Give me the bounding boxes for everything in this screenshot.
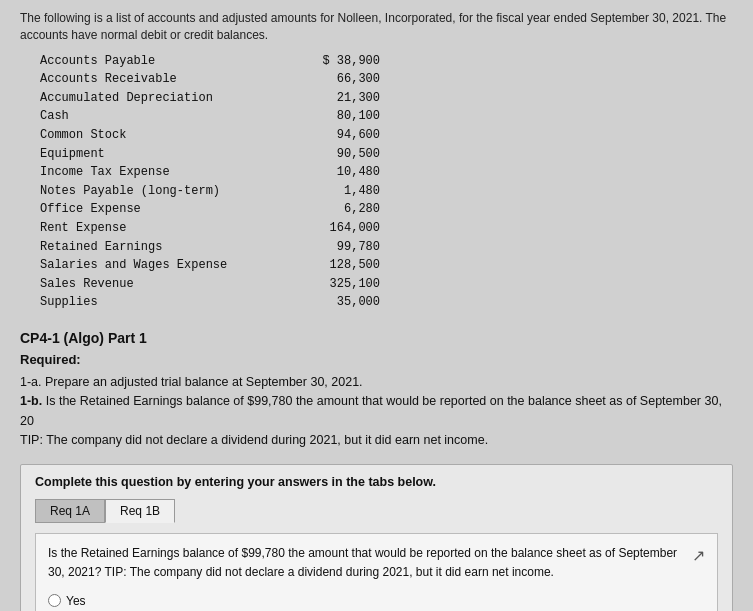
account-name: Rent Expense — [40, 219, 260, 238]
table-row: Equipment 90,500 — [40, 145, 733, 164]
instruction-tip: TIP: The company did not declare a divid… — [20, 433, 488, 447]
cursor-icon: ↗ — [692, 544, 705, 591]
table-row: Notes Payable (long-term) 1,480 — [40, 182, 733, 201]
account-amount: 6,280 — [300, 200, 380, 219]
account-name: Income Tax Expense — [40, 163, 260, 182]
tab-req1a[interactable]: Req 1A — [35, 499, 105, 523]
accounts-table: Accounts Payable $ 38,900 Accounts Recei… — [40, 52, 733, 312]
section-title: CP4-1 (Algo) Part 1 — [20, 330, 733, 346]
account-name: Accounts Payable — [40, 52, 260, 71]
radio-yes[interactable]: Yes — [48, 592, 705, 611]
intro-text: The following is a list of accounts and … — [20, 10, 733, 44]
tab-req1b[interactable]: Req 1B — [105, 499, 175, 523]
radio-yes-label: Yes — [66, 592, 86, 611]
page-wrapper: The following is a list of accounts and … — [0, 0, 753, 611]
account-name: Supplies — [40, 293, 260, 312]
account-name: Salaries and Wages Expense — [40, 256, 260, 275]
tab-content: Is the Retained Earnings balance of $99,… — [35, 533, 718, 611]
tabs-row: Req 1A Req 1B — [35, 499, 718, 523]
table-row: Sales Revenue 325,100 — [40, 275, 733, 294]
account-amount: 325,100 — [300, 275, 380, 294]
table-row: Rent Expense 164,000 — [40, 219, 733, 238]
instructions: 1-a. Prepare an adjusted trial balance a… — [20, 373, 733, 451]
table-row: Accounts Receivable 66,300 — [40, 70, 733, 89]
account-amount: 1,480 — [300, 182, 380, 201]
account-name: Office Expense — [40, 200, 260, 219]
table-row: Income Tax Expense 10,480 — [40, 163, 733, 182]
account-name: Accounts Receivable — [40, 70, 260, 89]
account-amount: 21,300 — [300, 89, 380, 108]
account-name: Sales Revenue — [40, 275, 260, 294]
table-row: Accounts Payable $ 38,900 — [40, 52, 733, 71]
instruction-1a: 1-a. Prepare an adjusted trial balance a… — [20, 373, 733, 392]
question-box: Complete this question by entering your … — [20, 464, 733, 611]
account-amount: 94,600 — [300, 126, 380, 145]
account-amount: 128,500 — [300, 256, 380, 275]
account-name: Common Stock — [40, 126, 260, 145]
table-row: Common Stock 94,600 — [40, 126, 733, 145]
table-row: Salaries and Wages Expense 128,500 — [40, 256, 733, 275]
account-name: Notes Payable (long-term) — [40, 182, 260, 201]
table-row: Cash 80,100 — [40, 107, 733, 126]
account-amount: 90,500 — [300, 145, 380, 164]
account-amount: 10,480 — [300, 163, 380, 182]
table-row: Office Expense 6,280 — [40, 200, 733, 219]
account-amount: $ 38,900 — [300, 52, 380, 71]
account-amount: 99,780 — [300, 238, 380, 257]
account-name: Equipment — [40, 145, 260, 164]
account-name: Cash — [40, 107, 260, 126]
radio-group: Yes No — [48, 592, 705, 611]
required-label: Required: — [20, 352, 733, 367]
account-amount: 35,000 — [300, 293, 380, 312]
tab-content-text: Is the Retained Earnings balance of $99,… — [48, 544, 682, 581]
table-row: Supplies 35,000 — [40, 293, 733, 312]
table-row: Retained Earnings 99,780 — [40, 238, 733, 257]
table-row: Accumulated Depreciation 21,300 — [40, 89, 733, 108]
radio-yes-input[interactable] — [48, 594, 61, 607]
account-amount: 164,000 — [300, 219, 380, 238]
account-name: Accumulated Depreciation — [40, 89, 260, 108]
instruction-1b: 1-b. Is the Retained Earnings balance of… — [20, 392, 733, 450]
account-name: Retained Earnings — [40, 238, 260, 257]
account-amount: 80,100 — [300, 107, 380, 126]
account-amount: 66,300 — [300, 70, 380, 89]
question-box-title: Complete this question by entering your … — [35, 475, 718, 489]
